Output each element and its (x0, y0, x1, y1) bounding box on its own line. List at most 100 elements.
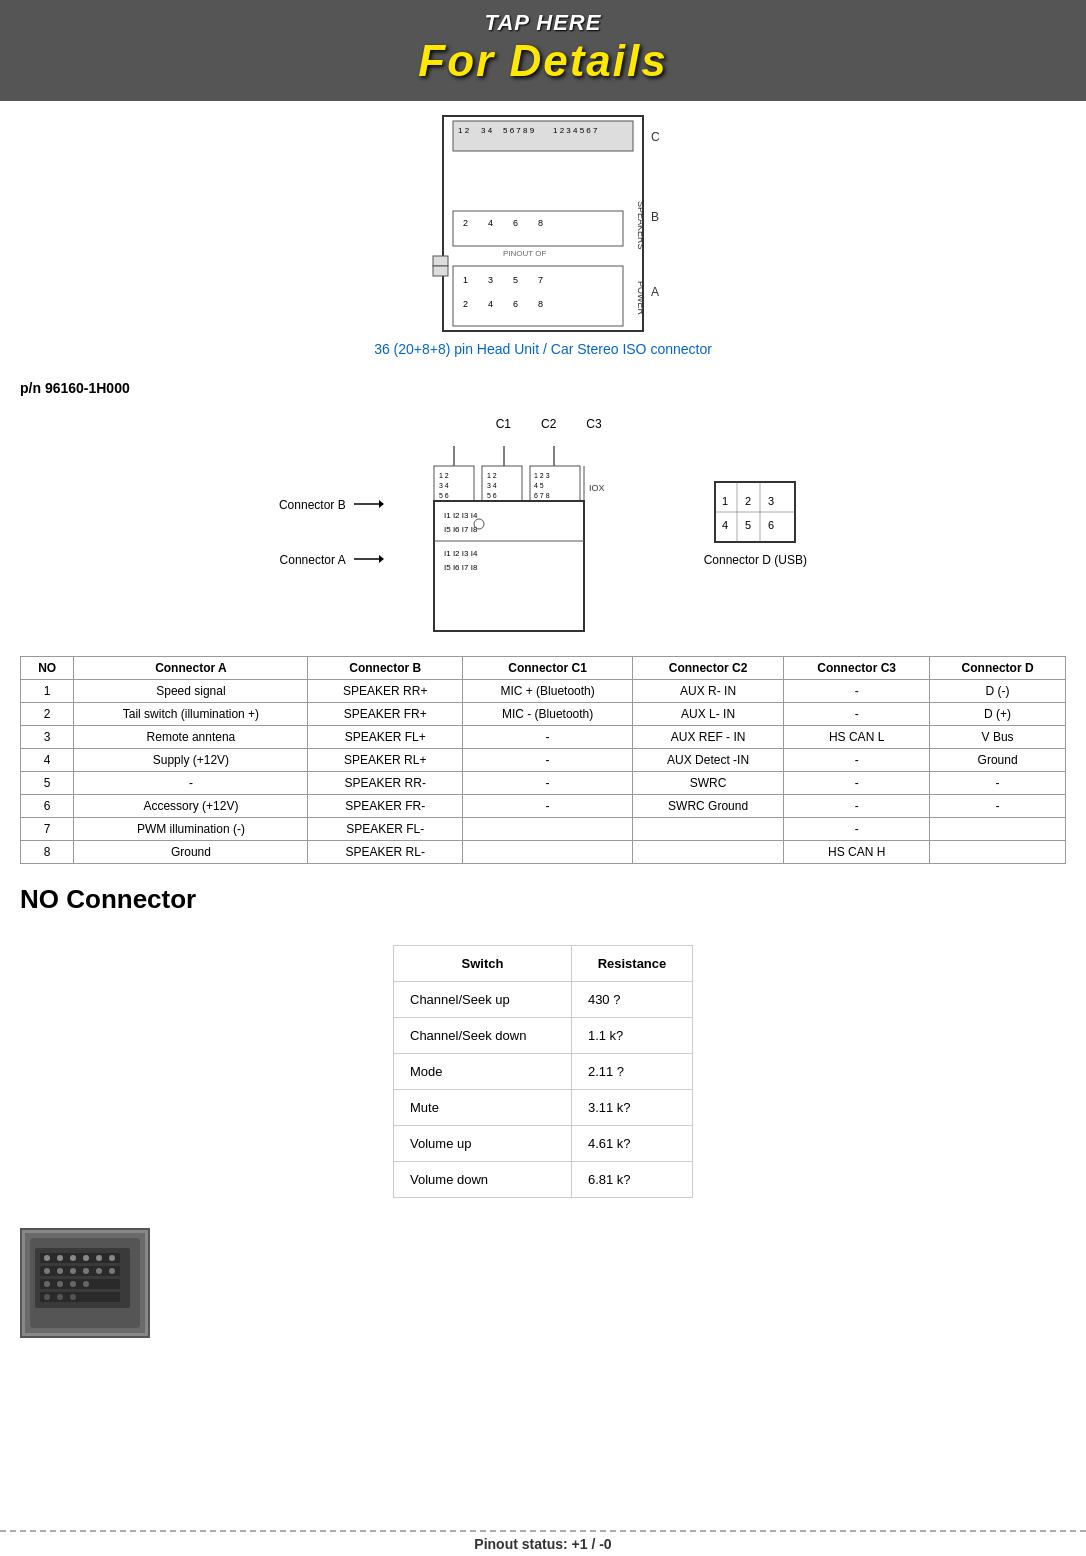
svg-text:6: 6 (768, 519, 774, 531)
svg-text:POWER: POWER (636, 281, 646, 316)
svg-text:4: 4 (488, 299, 493, 309)
svg-text:5 6: 5 6 (439, 492, 449, 499)
resistance-col-header: Resistance (571, 946, 692, 982)
switch-col-header: Switch (394, 946, 572, 982)
svg-text:I5  I6  I7  I8: I5 I6 I7 I8 (444, 563, 478, 572)
svg-point-73 (44, 1255, 50, 1261)
svg-point-78 (109, 1255, 115, 1261)
svg-text:5 6: 5 6 (487, 492, 497, 499)
table-row: 6Accessory (+12V)SPEAKER FR--SWRC Ground… (21, 795, 1066, 818)
connector-d-label: Connector D (USB) (704, 553, 807, 567)
col-connector-c3: Connector C3 (784, 657, 930, 680)
svg-text:5: 5 (513, 275, 518, 285)
status-bar: Pinout status: +1 / -0 (0, 1530, 1086, 1556)
col-connector-a: Connector A (74, 657, 308, 680)
svg-rect-72 (40, 1292, 120, 1302)
svg-text:7: 7 (538, 275, 543, 285)
svg-text:1 2 3 4 5 6 7: 1 2 3 4 5 6 7 (553, 126, 598, 135)
c3-label: C3 (586, 417, 601, 431)
svg-point-77 (96, 1255, 102, 1261)
table-row: Mute3.11 k? (394, 1090, 693, 1126)
svg-text:B: B (651, 210, 659, 224)
table-row: 8GroundSPEAKER RL-HS CAN H (21, 841, 1066, 864)
svg-rect-25 (433, 256, 448, 266)
svg-text:3: 3 (488, 275, 493, 285)
connector-d-box: 1 2 3 4 5 6 Connector D (USB) (704, 477, 807, 567)
table-row: Channel/Seek up430 ? (394, 982, 693, 1018)
table-row: 3Remote anntenaSPEAKER FL+-AUX REF - INH… (21, 726, 1066, 749)
svg-text:IOX: IOX (589, 483, 605, 493)
svg-point-75 (70, 1255, 76, 1261)
svg-text:4 5: 4 5 (534, 482, 544, 489)
svg-text:1: 1 (463, 275, 468, 285)
svg-text:4: 4 (722, 519, 728, 531)
svg-rect-70 (40, 1266, 120, 1276)
iso-connector-label: 36 (20+8+8) pin Head Unit / Car Stereo I… (374, 341, 712, 357)
table-row: Volume down6.81 k? (394, 1162, 693, 1198)
iso-connector-svg: C 1 2 3 4 5 6 7 8 9 1 2 3 4 5 6 7 SPEAKE… (403, 111, 683, 341)
connector-b-label: Connector B (279, 498, 346, 512)
iso-connector-section: C 1 2 3 4 5 6 7 8 9 1 2 3 4 5 6 7 SPEAKE… (0, 101, 1086, 374)
main-connector-svg: 1 2 3 4 5 6 1 2 3 4 5 6 1 2 3 4 5 6 7 8 … (424, 436, 664, 636)
svg-point-52 (474, 519, 484, 529)
svg-text:6: 6 (513, 299, 518, 309)
c1-label: C1 (496, 417, 511, 431)
table-row: 7PWM illumination (-)SPEAKER FL-- (21, 818, 1066, 841)
svg-text:8: 8 (538, 218, 543, 228)
svg-text:6 7 8: 6 7 8 (534, 492, 550, 499)
svg-point-74 (57, 1255, 63, 1261)
svg-text:SPEAKERS: SPEAKERS (636, 201, 646, 250)
svg-point-79 (44, 1268, 50, 1274)
no-connector-label: NO Connector (0, 874, 1086, 925)
table-row: 1Speed signalSPEAKER RR+MIC + (Bluetooth… (21, 680, 1066, 703)
svg-rect-2 (453, 121, 633, 151)
svg-point-87 (70, 1281, 76, 1287)
pin-table-section: NO Connector A Connector B Connector C1 … (0, 646, 1086, 874)
svg-point-80 (57, 1268, 63, 1274)
svg-text:1 2 3: 1 2 3 (534, 472, 550, 479)
col-connector-d: Connector D (930, 657, 1066, 680)
col-connector-c2: Connector C2 (633, 657, 784, 680)
col-connector-c1: Connector C1 (463, 657, 633, 680)
svg-text:3 4: 3 4 (439, 482, 449, 489)
table-row: Channel/Seek down1.1 k? (394, 1018, 693, 1054)
svg-marker-29 (379, 500, 384, 508)
svg-text:2: 2 (463, 299, 468, 309)
top-banner[interactable]: TAP HERE For Details (0, 0, 1086, 101)
diagram-center: C1 C2 C3 1 2 3 4 5 6 1 2 3 4 5 6 1 2 3 4… (424, 417, 664, 636)
switch-table-section: Switch Resistance Channel/Seek up430 ?Ch… (0, 925, 1086, 1218)
svg-text:8: 8 (538, 299, 543, 309)
svg-text:A: A (651, 285, 659, 299)
col-connector-b: Connector B (308, 657, 463, 680)
svg-point-86 (57, 1281, 63, 1287)
table-row: Mode2.11 ? (394, 1054, 693, 1090)
svg-point-88 (83, 1281, 89, 1287)
bottom-image-section (0, 1218, 1086, 1343)
svg-point-81 (70, 1268, 76, 1274)
svg-point-85 (44, 1281, 50, 1287)
svg-point-89 (44, 1294, 50, 1300)
table-row: 4Supply (+12V)SPEAKER RL+-AUX Detect -IN… (21, 749, 1066, 772)
arrow-b (354, 497, 384, 512)
svg-text:5: 5 (745, 519, 751, 531)
svg-text:1 2: 1 2 (458, 126, 470, 135)
table-row: 5-SPEAKER RR--SWRC-- (21, 772, 1066, 795)
connector-photo-svg (25, 1233, 145, 1333)
pin-table: NO Connector A Connector B Connector C1 … (20, 656, 1066, 864)
col-no: NO (21, 657, 74, 680)
connector-a-label: Connector A (280, 553, 346, 567)
svg-text:3: 3 (768, 495, 774, 507)
svg-text:C: C (651, 130, 660, 144)
svg-point-84 (109, 1268, 115, 1274)
svg-text:PINOUT OF: PINOUT OF (503, 249, 547, 258)
svg-rect-71 (40, 1279, 120, 1289)
svg-text:2: 2 (463, 218, 468, 228)
svg-rect-69 (40, 1253, 120, 1263)
svg-rect-26 (433, 266, 448, 276)
svg-text:6: 6 (513, 218, 518, 228)
main-diagram-section: Connector B Connector A C1 C2 C3 (0, 407, 1086, 646)
svg-text:I5  I6  I7  I8: I5 I6 I7 I8 (444, 525, 478, 534)
svg-point-83 (96, 1268, 102, 1274)
svg-text:5 6 7 8 9: 5 6 7 8 9 (503, 126, 535, 135)
tap-here-text: TAP HERE (485, 10, 602, 36)
